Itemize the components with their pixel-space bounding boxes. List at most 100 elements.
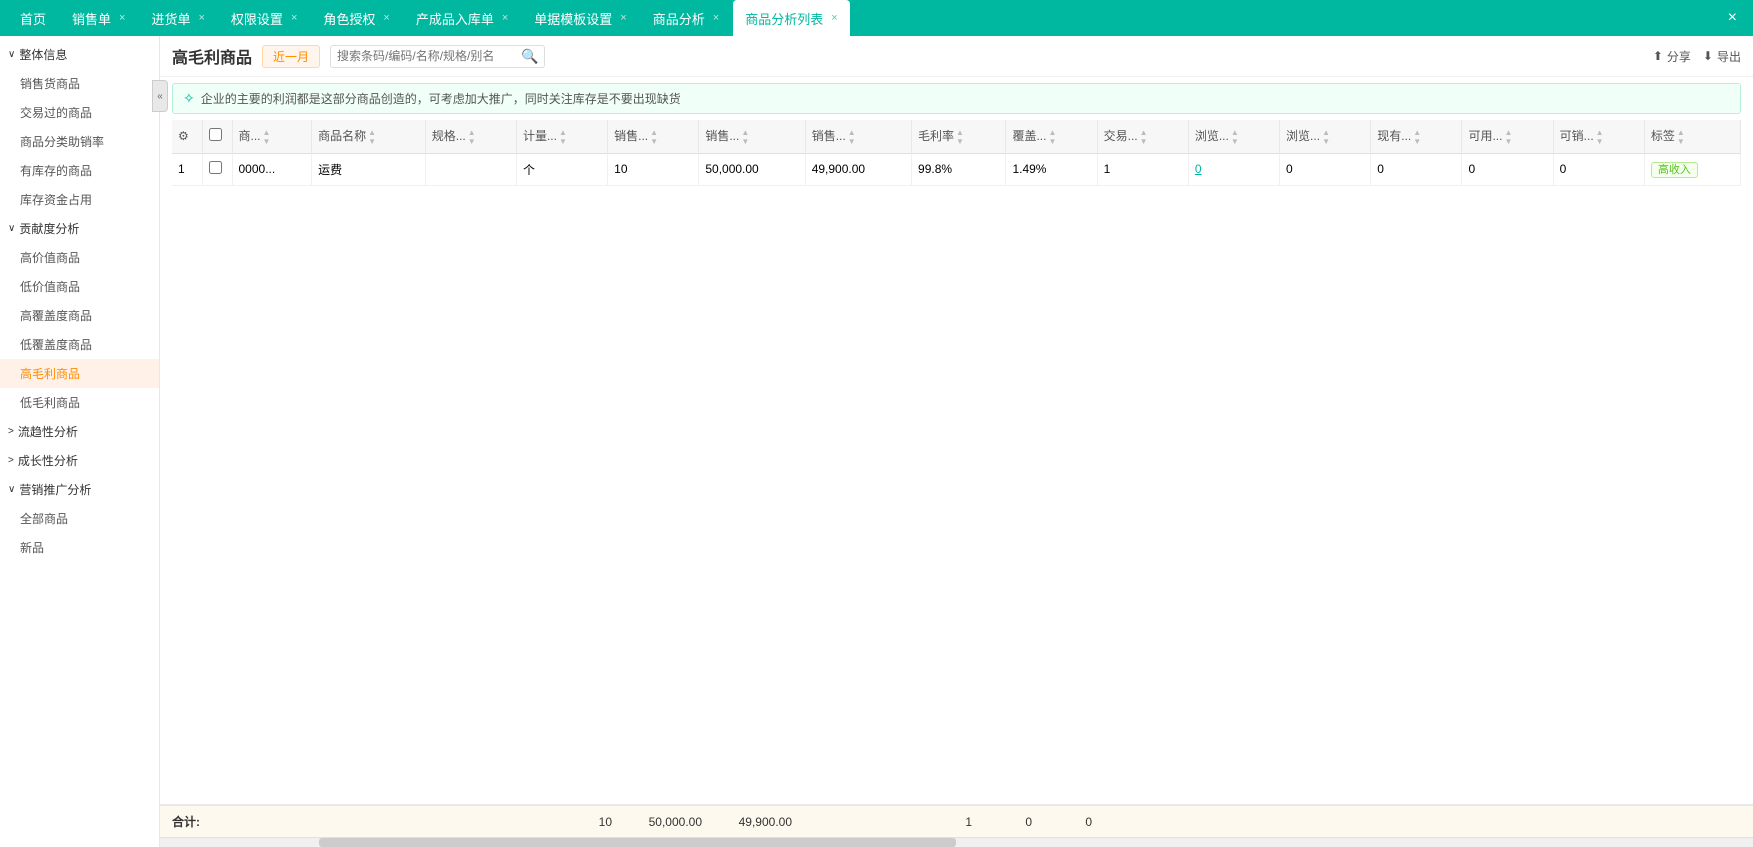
col-header-12: 现有...▲▼ [1371, 120, 1462, 153]
sort-icon[interactable]: ▲▼ [956, 128, 964, 146]
sidebar-group-4[interactable]: ∨营销推广分析 [0, 475, 159, 504]
sidebar-item-交易过的商品[interactable]: 交易过的商品 [0, 98, 159, 127]
search-icon[interactable]: 🔍 [521, 48, 538, 65]
tab-close-icon[interactable]: × [831, 12, 837, 24]
sort-icon[interactable]: ▲▼ [368, 128, 376, 146]
tab-close-icon[interactable]: × [291, 12, 297, 24]
horizontal-scrollbar[interactable] [160, 837, 1753, 847]
sidebar-item-销售货商品[interactable]: 销售货商品 [0, 69, 159, 98]
nav-tab-进货单[interactable]: 进货单× [139, 0, 216, 36]
tab-close-icon[interactable]: × [502, 12, 508, 24]
row-tag: 高收入 [1644, 153, 1740, 185]
sort-icon[interactable]: ▲▼ [468, 128, 476, 146]
sidebar-item-有库存的商品[interactable]: 有库存的商品 [0, 156, 159, 185]
table-row: 10000...运费个1050,000.0049,900.0099.8%1.49… [172, 153, 1741, 185]
row-coverage: 1.49% [1006, 153, 1097, 185]
sidebar-group-2[interactable]: >流趋性分析 [0, 417, 159, 446]
sidebar-group-1[interactable]: ∨贡献度分析 [0, 214, 159, 243]
sort-icon[interactable]: ▲▼ [1048, 128, 1056, 146]
sort-icon[interactable]: ▲▼ [1140, 128, 1148, 146]
col-label: 计量... [523, 129, 557, 143]
sort-icon[interactable]: ▲▼ [650, 128, 658, 146]
nav-tab-单据模板设置[interactable]: 单据模板设置× [522, 0, 638, 36]
col-header-8: 覆盖...▲▼ [1006, 120, 1097, 153]
col-label: 商... [239, 129, 261, 143]
tab-close-icon[interactable]: × [119, 12, 125, 24]
sort-icon[interactable]: ▲▼ [1413, 128, 1421, 146]
row-select-checkbox[interactable] [209, 161, 222, 174]
sort-icon[interactable]: ▲▼ [1322, 128, 1330, 146]
settings-icon[interactable]: ⚙ [178, 129, 189, 143]
col-label: 浏览... [1195, 129, 1229, 143]
sidebar-group-3[interactable]: >成长性分析 [0, 446, 159, 475]
col-label: 销售... [812, 129, 846, 143]
sidebar-collapse-button[interactable]: « [152, 80, 168, 112]
nav-tab-销售单[interactable]: 销售单× [60, 0, 137, 36]
sidebar-group-label: 流趋性分析 [18, 423, 78, 440]
search-input[interactable] [337, 49, 517, 63]
sort-icon[interactable]: ▲▼ [741, 128, 749, 146]
sort-icon[interactable]: ▲▼ [263, 128, 271, 146]
sort-icon[interactable]: ▲▼ [848, 128, 856, 146]
col-header-6: 销售...▲▼ [805, 120, 911, 153]
sort-icon[interactable]: ▲▼ [1231, 128, 1239, 146]
tab-close-icon[interactable]: × [713, 12, 719, 24]
col-label: 浏览... [1286, 129, 1320, 143]
sort-icon[interactable]: ▲▼ [559, 128, 567, 146]
sort-icon[interactable]: ▲▼ [1504, 128, 1512, 146]
sidebar-group-arrow-icon: ∨ [8, 49, 15, 60]
col-header-15: 标签▲▼ [1644, 120, 1740, 153]
sidebar-item-库存资金占用[interactable]: 库存资金占用 [0, 185, 159, 214]
col-label: 标签 [1651, 129, 1675, 143]
nav-tab-角色授权[interactable]: 角色授权× [311, 0, 401, 36]
col-settings[interactable]: ⚙ [172, 120, 202, 153]
col-label: 可用... [1468, 129, 1502, 143]
sidebar-item-高覆盖度商品[interactable]: 高覆盖度商品 [0, 301, 159, 330]
row-stock-sellable: 0 [1553, 153, 1644, 185]
tag-badge: 高收入 [1651, 162, 1698, 178]
sidebar-item-低价值商品[interactable]: 低价值商品 [0, 272, 159, 301]
nav-tab-首页[interactable]: 首页 [8, 0, 58, 36]
filter-recent-month-button[interactable]: 近一月 [262, 45, 320, 68]
data-table: ⚙商...▲▼商品名称▲▼规格...▲▼计量...▲▼销售...▲▼销售...▲… [172, 120, 1741, 186]
col-label: 商品名称 [318, 129, 366, 143]
select-all-checkbox[interactable] [209, 128, 222, 141]
col-label: 现有... [1377, 129, 1411, 143]
col-label: 覆盖... [1012, 129, 1046, 143]
close-all-button[interactable]: × [1720, 9, 1745, 27]
row-name: 运费 [312, 153, 426, 185]
tab-close-icon[interactable]: × [620, 12, 626, 24]
row-unit: 个 [516, 153, 607, 185]
col-checkbox[interactable] [202, 120, 232, 153]
link-cell[interactable]: 0 [1195, 162, 1202, 176]
scrollbar-thumb[interactable] [319, 838, 956, 847]
sidebar-item-高价值商品[interactable]: 高价值商品 [0, 243, 159, 272]
footer-cell [238, 815, 268, 829]
export-button[interactable]: ⬇ 导出 [1703, 48, 1741, 65]
nav-tab-产成品入库单[interactable]: 产成品入库单× [404, 0, 520, 36]
sidebar-item-低毛利商品[interactable]: 低毛利商品 [0, 388, 159, 417]
sidebar-item-商品分类助销率[interactable]: 商品分类助销率 [0, 127, 159, 156]
row-code: 0000... [232, 153, 312, 185]
nav-tab-权限设置[interactable]: 权限设置× [219, 0, 309, 36]
footer-cell [508, 815, 558, 829]
sort-icon[interactable]: ▲▼ [1677, 128, 1685, 146]
tab-close-icon[interactable]: × [383, 12, 389, 24]
col-header-2: 规格...▲▼ [425, 120, 516, 153]
tab-close-icon[interactable]: × [198, 12, 204, 24]
sort-icon[interactable]: ▲▼ [1596, 128, 1604, 146]
sidebar-item-低覆盖度商品[interactable]: 低覆盖度商品 [0, 330, 159, 359]
col-header-13: 可用...▲▼ [1462, 120, 1553, 153]
footer-cell [328, 815, 448, 829]
footer-cell: 0 [1038, 815, 1098, 829]
nav-tab-商品分析列表[interactable]: 商品分析列表× [733, 0, 849, 36]
info-banner: ✧ 企业的主要的利润都是这部分商品创造的，可考虑加大推广，同时关注库存是不要出现… [172, 83, 1741, 114]
share-icon: ⬆ [1653, 49, 1663, 63]
sidebar-item-全部商品[interactable]: 全部商品 [0, 504, 159, 533]
sidebar-item-高毛利商品[interactable]: 高毛利商品 [0, 359, 159, 388]
share-button[interactable]: ⬆ 分享 [1653, 48, 1691, 65]
row-spec [425, 153, 516, 185]
nav-tab-商品分析[interactable]: 商品分析× [641, 0, 731, 36]
sidebar-group-0[interactable]: ∨整体信息 [0, 40, 159, 69]
sidebar-item-新品[interactable]: 新品 [0, 533, 159, 562]
